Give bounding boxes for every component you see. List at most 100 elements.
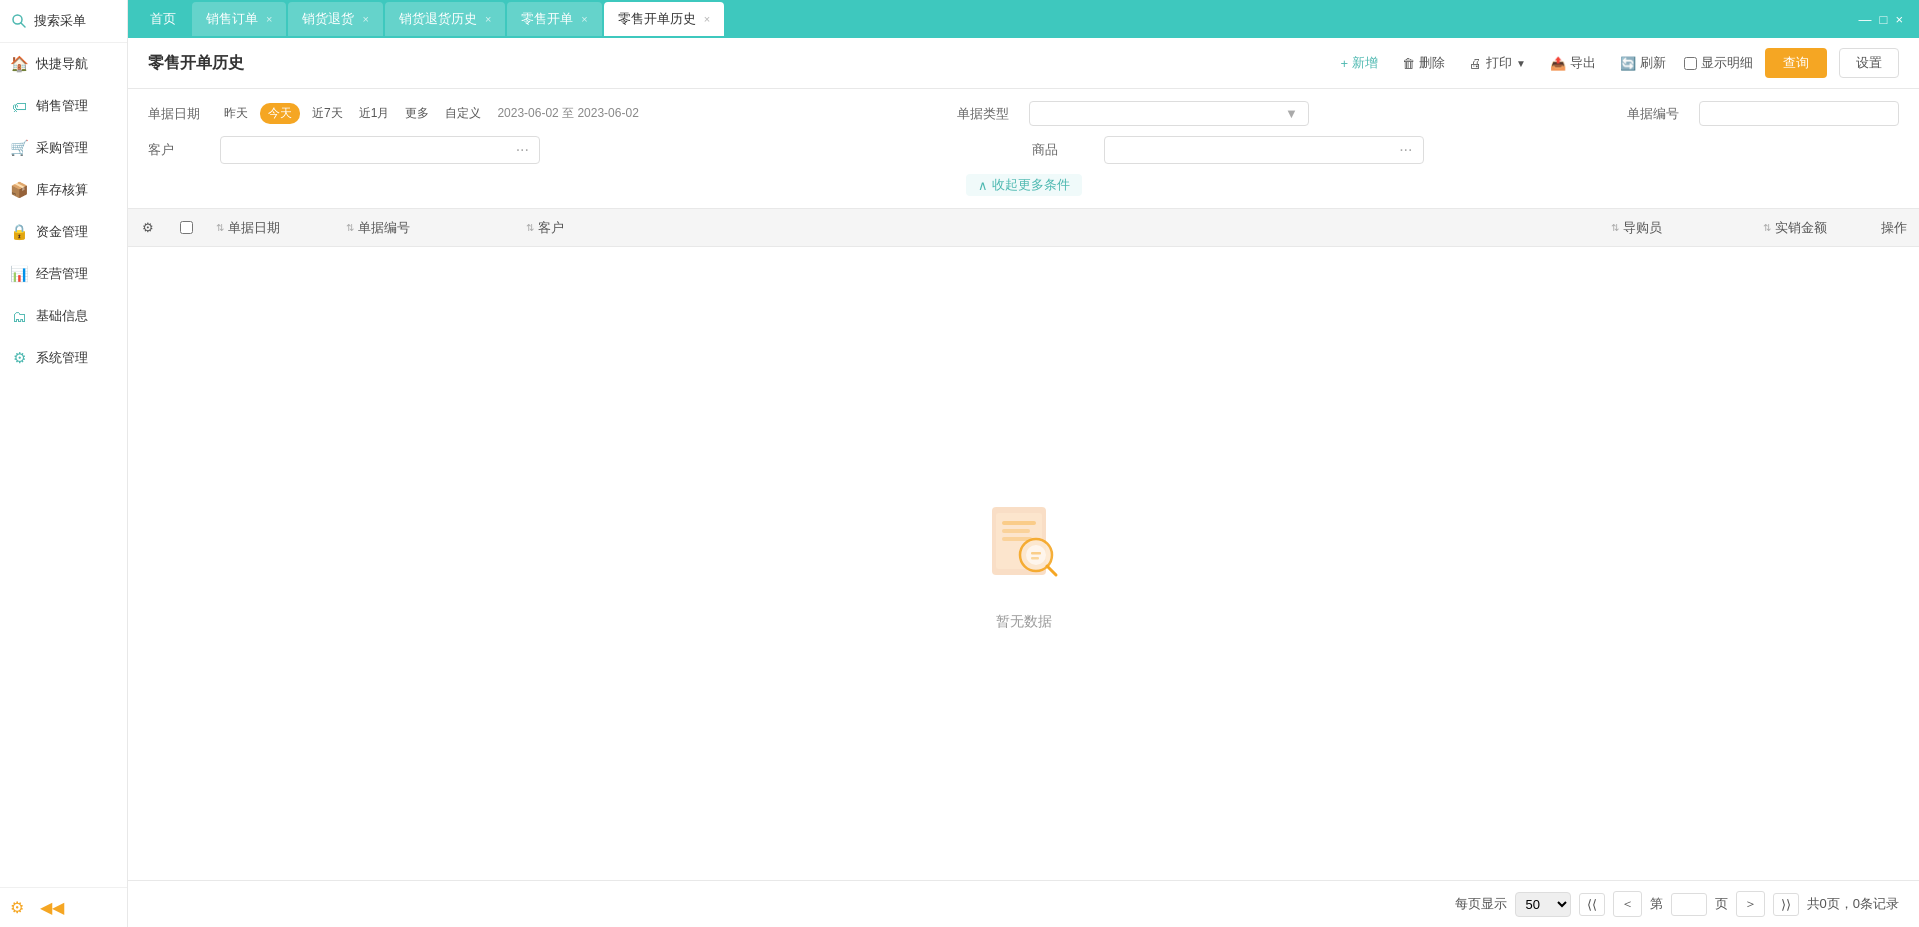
delete-button[interactable]: 🗑 删除 (1396, 50, 1451, 76)
page-last-button[interactable]: ⟩⟩ (1773, 893, 1799, 916)
order-no-input[interactable] (1699, 101, 1899, 126)
th-settings[interactable]: ⚙ (128, 220, 168, 235)
refresh-button[interactable]: 🔄 刷新 (1614, 50, 1672, 76)
today-btn[interactable]: 今天 (260, 103, 300, 124)
tab-retail-history-close[interactable]: × (704, 13, 710, 25)
client-label: 客户 (148, 141, 204, 159)
page-size-select[interactable]: 50 100 200 (1515, 892, 1571, 917)
sidebar-label: 销售管理 (36, 97, 88, 115)
page-next-button[interactable]: ＞ (1736, 891, 1765, 917)
tab-retail-open-label: 零售开单 (521, 10, 573, 28)
page-title-row: 零售开单历史 + 新增 🗑 删除 🖨 打印 ▼ (148, 48, 1899, 78)
goods-dots-icon: ··· (1399, 141, 1412, 159)
sidebar-label: 资金管理 (36, 223, 88, 241)
export-icon: 📤 (1550, 56, 1566, 71)
sidebar-search[interactable]: 搜索采单 (0, 0, 127, 43)
th-checkbox[interactable] (168, 221, 204, 234)
select-all-checkbox[interactable] (180, 221, 193, 234)
window-controls: — □ × (1859, 12, 1911, 27)
svg-rect-4 (1002, 521, 1036, 525)
month-btn[interactable]: 近1月 (355, 103, 394, 124)
page-label: 第 (1650, 895, 1663, 913)
display-checkbox[interactable] (1684, 57, 1697, 70)
th-date[interactable]: ⇅ 单据日期 (204, 219, 334, 237)
print-icon: 🖨 (1469, 56, 1482, 71)
th-settings-icon: ⚙ (142, 220, 154, 235)
sort-icon-order: ⇅ (346, 222, 354, 233)
page-prev-button[interactable]: ＜ (1613, 891, 1642, 917)
sidebar-item-inventory[interactable]: 📦 库存核算 (0, 169, 127, 211)
window-close-button[interactable]: × (1895, 12, 1903, 27)
sidebar-item-purchase-mgmt[interactable]: 🛒 采购管理 (0, 127, 127, 169)
empty-state: 暂无数据 (128, 247, 1919, 880)
tab-sales-order[interactable]: 销售订单 × (192, 2, 286, 36)
tab-home[interactable]: 首页 (136, 2, 190, 36)
tab-retail-history[interactable]: 零售开单历史 × (604, 2, 724, 36)
date-label: 单据日期 (148, 105, 204, 123)
add-button[interactable]: + 新增 (1335, 50, 1385, 76)
box-icon: 📦 (10, 181, 28, 199)
tab-retail-open[interactable]: 零售开单 × (507, 2, 601, 36)
custom-btn[interactable]: 自定义 (441, 103, 485, 124)
sidebar-item-finance[interactable]: 🔒 资金管理 (0, 211, 127, 253)
sort-icon-amount: ⇅ (1763, 222, 1771, 233)
th-client[interactable]: ⇅ 客户 (514, 219, 1599, 237)
query-button[interactable]: 查询 (1765, 48, 1827, 78)
sidebar-label: 库存核算 (36, 181, 88, 199)
svg-rect-5 (1002, 529, 1030, 533)
sidebar-item-quick-nav[interactable]: 🏠 快捷导航 (0, 43, 127, 85)
tab-sales-order-label: 销售订单 (206, 10, 258, 28)
print-chevron-icon: ▼ (1516, 58, 1526, 69)
tab-retail-open-close[interactable]: × (581, 13, 587, 25)
order-no-label: 单据编号 (1627, 105, 1683, 123)
page-label-end: 页 (1715, 895, 1728, 913)
collapse-button[interactable]: ∧ 收起更多条件 (966, 174, 1082, 196)
sidebar-label: 系统管理 (36, 349, 88, 367)
type-select[interactable]: ▼ (1029, 101, 1309, 126)
total-info: 共0页，0条记录 (1807, 895, 1899, 913)
page-title: 零售开单历史 (148, 53, 244, 74)
grid-icon: 🗂 (10, 307, 28, 325)
window-min-button[interactable]: — (1859, 12, 1872, 27)
th-guide[interactable]: ⇅ 导购员 (1599, 219, 1719, 237)
tab-sales-return-history-close[interactable]: × (485, 13, 491, 25)
tab-sales-return[interactable]: 销货退货 × (288, 2, 382, 36)
more-btn[interactable]: 更多 (401, 103, 433, 124)
settings-bottom-icon[interactable]: ⚙ (10, 898, 24, 917)
chart-icon: 📊 (10, 265, 28, 283)
tab-home-label: 首页 (150, 10, 176, 28)
sidebar-item-sys-mgmt[interactable]: ⚙ 系统管理 (0, 337, 127, 379)
week-btn[interactable]: 近7天 (308, 103, 347, 124)
th-amount[interactable]: ⇅ 实销金额 (1719, 219, 1839, 237)
page-first-button[interactable]: ⟨⟨ (1579, 893, 1605, 916)
collapse-icon[interactable]: ◀◀ (40, 898, 64, 917)
export-button[interactable]: 📤 导出 (1544, 50, 1602, 76)
tab-sales-order-close[interactable]: × (266, 13, 272, 25)
th-order-no[interactable]: ⇅ 单据编号 (334, 219, 514, 237)
sidebar: 搜索采单 🏠 快捷导航 🏷 销售管理 🛒 采购管理 📦 库存核算 🔒 资金管理 … (0, 0, 128, 927)
svg-line-9 (1047, 566, 1056, 575)
sidebar-item-ops[interactable]: 📊 经营管理 (0, 253, 127, 295)
home-icon: 🏠 (10, 55, 28, 73)
setting-button[interactable]: 设置 (1839, 48, 1899, 78)
svg-point-8 (1026, 545, 1046, 565)
page-number-input[interactable]: 1 (1671, 893, 1707, 916)
client-input[interactable]: ··· (220, 136, 540, 164)
tab-sales-return-history[interactable]: 销货退货历史 × (385, 2, 505, 36)
empty-text: 暂无数据 (996, 613, 1052, 631)
yesterday-btn[interactable]: 昨天 (220, 103, 252, 124)
table-header: ⚙ ⇅ 单据日期 ⇅ 单据编号 ⇅ 客户 ⇅ (128, 209, 1919, 247)
collapse-row: ∧ 收起更多条件 (148, 174, 1899, 196)
print-button[interactable]: 🖨 打印 ▼ (1463, 50, 1532, 76)
per-page-label: 每页显示 (1455, 895, 1507, 913)
sidebar-label: 经营管理 (36, 265, 88, 283)
display-toggle[interactable]: 显示明细 (1684, 54, 1753, 72)
tab-sales-return-close[interactable]: × (362, 13, 368, 25)
sidebar-item-base-info[interactable]: 🗂 基础信息 (0, 295, 127, 337)
gear-icon: ⚙ (10, 349, 28, 367)
sidebar-item-sales-mgmt[interactable]: 🏷 销售管理 (0, 85, 127, 127)
goods-input[interactable]: ··· (1104, 136, 1424, 164)
window-max-button[interactable]: □ (1880, 12, 1888, 27)
tag-icon: 🏷 (10, 97, 28, 115)
sort-icon-guide: ⇅ (1611, 222, 1619, 233)
